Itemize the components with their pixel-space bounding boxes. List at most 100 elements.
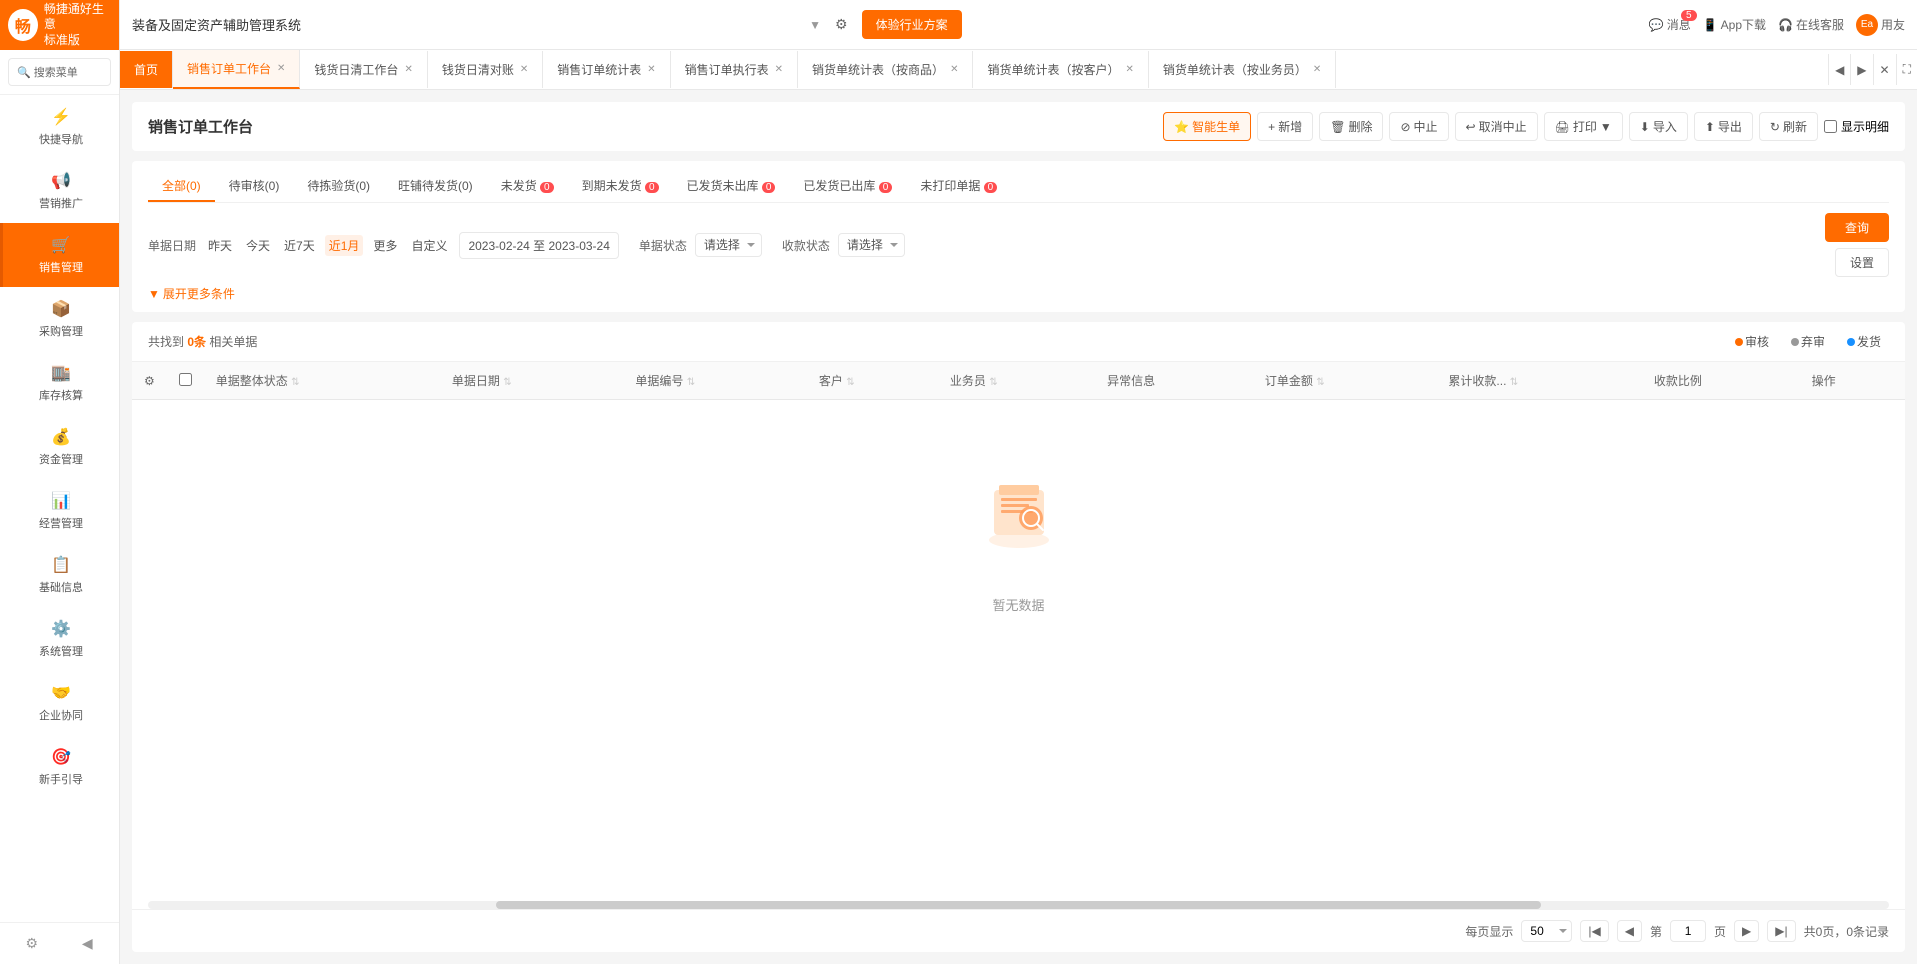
online-service-button[interactable]: 🎧 在线客服 — [1778, 16, 1844, 33]
tab-close-sales-stat[interactable]: ✕ — [647, 64, 655, 75]
sidebar-item-inventory[interactable]: 🏬 库存核算 — [0, 351, 119, 415]
filter-tab-overdue-not-shipped[interactable]: 到期未发货 0 — [568, 171, 673, 202]
date-yesterday[interactable]: 昨天 — [204, 235, 236, 256]
col-salesperson[interactable]: 业务员 ⇅ — [938, 362, 1095, 400]
sidebar-search[interactable]: 🔍 搜索菜单 — [0, 50, 119, 95]
page-input[interactable] — [1670, 920, 1706, 942]
filter-tab-not-shipped[interactable]: 未发货 0 — [487, 171, 568, 202]
message-button[interactable]: 💬 消息 5 — [1649, 16, 1691, 33]
cancel-audit-button[interactable]: 弃审 — [1783, 330, 1833, 353]
tab-sales-order-workbench[interactable]: 销售订单工作台 ✕ — [173, 50, 300, 89]
scrollbar-thumb[interactable] — [496, 901, 1541, 909]
sidebar-item-quick-nav[interactable]: ⚡ 快捷导航 — [0, 95, 119, 159]
sidebar-item-finance[interactable]: 💰 资金管理 — [0, 415, 119, 479]
tab-scroll-left[interactable]: ◀ — [1828, 54, 1850, 85]
tab-maximize[interactable]: ⛶ — [1896, 54, 1917, 85]
col-checkbox[interactable] — [167, 362, 204, 400]
col-receipt-ratio[interactable]: 收款比例 — [1642, 362, 1800, 400]
col-error-info[interactable]: 异常信息 — [1095, 362, 1253, 400]
sidebar-item-marketing[interactable]: 📢 营销推广 — [0, 159, 119, 223]
col-operation[interactable]: 操作 — [1800, 362, 1905, 400]
date-today[interactable]: 今天 — [242, 235, 274, 256]
status-filter-select[interactable]: 请选择 — [695, 233, 762, 257]
select-all-checkbox[interactable] — [179, 373, 192, 386]
user-button[interactable]: Ea 用友 — [1856, 14, 1905, 36]
print-button[interactable]: 🖨 打印 ▼ — [1544, 112, 1623, 141]
per-page-select[interactable]: 20 50 100 — [1521, 920, 1572, 942]
col-amount[interactable]: 订单金额 ⇅ — [1253, 362, 1437, 400]
solution-button[interactable]: 体验行业方案 — [862, 10, 962, 39]
tab-shipment-by-product[interactable]: 销货单统计表（按商品） ✕ — [798, 51, 973, 88]
first-page-button[interactable]: |◀ — [1580, 920, 1608, 942]
prev-page-button[interactable]: ◀ — [1617, 920, 1642, 942]
sidebar-item-enterprise[interactable]: 🤝 企业协同 — [0, 671, 119, 735]
filter-tab-wangpu-ship[interactable]: 旺铺待发货(0) — [384, 171, 487, 202]
filter-tab-all[interactable]: 全部(0) — [148, 171, 215, 202]
show-detail-checkbox[interactable] — [1824, 120, 1837, 133]
search-menu-button[interactable]: 🔍 搜索菜单 — [8, 58, 111, 86]
tab-close-shipment-customer[interactable]: ✕ — [1125, 64, 1133, 75]
col-status[interactable]: 单据整体状态 ⇅ — [204, 362, 440, 400]
date-1month[interactable]: 近1月 — [325, 235, 364, 256]
sidebar-item-management[interactable]: 📊 经营管理 — [0, 479, 119, 543]
dropdown-arrow[interactable]: ▼ — [809, 18, 821, 32]
col-number[interactable]: 单据编号 ⇅ — [623, 362, 807, 400]
show-detail-label[interactable]: 显示明细 — [1824, 118, 1889, 135]
delete-button[interactable]: 🗑 删除 — [1319, 112, 1383, 141]
sidebar-item-sales[interactable]: 🛒 销售管理 — [0, 223, 119, 287]
tab-sales-exec[interactable]: 销售订单执行表 ✕ — [671, 51, 798, 88]
date-range-display[interactable]: 2023-02-24 至 2023-03-24 — [459, 232, 618, 259]
filter-tab-not-printed[interactable]: 未打印单据 0 — [906, 171, 1011, 202]
last-page-button[interactable]: ▶| — [1767, 920, 1795, 942]
filter-tab-shipped-warehoused[interactable]: 已发货已出库 0 — [789, 171, 906, 202]
tab-close-sales-exec[interactable]: ✕ — [775, 64, 783, 75]
tab-close-all[interactable]: ✕ — [1873, 54, 1896, 85]
set-button[interactable]: 设置 — [1835, 248, 1889, 277]
audit-button[interactable]: 审核 — [1727, 330, 1777, 353]
next-page-button[interactable]: ▶ — [1734, 920, 1759, 942]
expand-conditions-button[interactable]: ▼ 展开更多条件 — [148, 285, 235, 302]
date-more[interactable]: 更多 — [369, 235, 401, 256]
add-button[interactable]: + 新增 — [1257, 112, 1313, 141]
sidebar-item-system[interactable]: ⚙️ 系统管理 — [0, 607, 119, 671]
tab-close-sales-order[interactable]: ✕ — [277, 63, 285, 74]
top-header: 装备及固定资产辅助管理系统 ▼ ⚙ 体验行业方案 💬 消息 5 📱 App下载 … — [120, 0, 1917, 50]
import-button[interactable]: ⬇ 导入 — [1629, 112, 1688, 141]
filter-tab-pending-inspect[interactable]: 待拣验货(0) — [293, 171, 384, 202]
gear-button[interactable]: ⚙ — [831, 12, 852, 37]
tab-reconciliation[interactable]: 钱货日清对账 ✕ — [428, 51, 543, 88]
smart-create-button[interactable]: ⭐ 智能生单 — [1163, 112, 1251, 141]
search-button[interactable]: 查询 — [1825, 213, 1889, 242]
tab-sales-stat[interactable]: 销售订单统计表 ✕ — [543, 51, 670, 88]
col-cumulative-receipt[interactable]: 累计收款... ⇅ — [1436, 362, 1641, 400]
ship-button[interactable]: 发货 — [1839, 330, 1889, 353]
date-custom[interactable]: 自定义 — [407, 235, 451, 256]
app-download-button[interactable]: 📱 App下载 — [1703, 16, 1766, 33]
sidebar-item-purchase[interactable]: 📦 采购管理 — [0, 287, 119, 351]
tab-home[interactable]: 首页 — [120, 51, 173, 88]
stop-button[interactable]: ⊘ 中止 — [1389, 112, 1448, 141]
settings-bottom-button[interactable]: ⚙ — [8, 931, 56, 956]
horizontal-scrollbar[interactable] — [148, 901, 1889, 909]
tab-scroll-right[interactable]: ▶ — [1850, 54, 1872, 85]
tab-daily-clearing[interactable]: 钱货日清工作台 ✕ — [300, 51, 427, 88]
refresh-button[interactable]: ↻ 刷新 — [1759, 112, 1818, 141]
sidebar-item-basic-info[interactable]: 📋 基础信息 — [0, 543, 119, 607]
tab-close-shipment-salesperson[interactable]: ✕ — [1313, 64, 1321, 75]
tab-shipment-by-customer[interactable]: 销货单统计表（按客户） ✕ — [973, 51, 1148, 88]
col-customer[interactable]: 客户 ⇅ — [807, 362, 938, 400]
tab-shipment-by-salesperson[interactable]: 销货单统计表（按业务员） ✕ — [1149, 51, 1336, 88]
sidebar-item-guide[interactable]: 🎯 新手引导 — [0, 735, 119, 799]
tab-close-reconciliation[interactable]: ✕ — [520, 64, 528, 75]
filter-tab-shipped-not-warehoused[interactable]: 已发货未出库 0 — [673, 171, 790, 202]
col-settings[interactable]: ⚙ — [132, 362, 167, 400]
col-date[interactable]: 单据日期 ⇅ — [440, 362, 624, 400]
filter-tab-pending-review[interactable]: 待审核(0) — [215, 171, 294, 202]
collapse-button[interactable]: ◀ — [64, 931, 112, 956]
payment-filter-select[interactable]: 请选择 — [838, 233, 905, 257]
export-button[interactable]: ⬆ 导出 — [1694, 112, 1753, 141]
tab-close-daily-clearing[interactable]: ✕ — [404, 64, 412, 75]
tab-close-shipment-product[interactable]: ✕ — [950, 64, 958, 75]
date-7days[interactable]: 近7天 — [280, 235, 319, 256]
cancel-stop-button[interactable]: ↩ 取消中止 — [1455, 112, 1538, 141]
